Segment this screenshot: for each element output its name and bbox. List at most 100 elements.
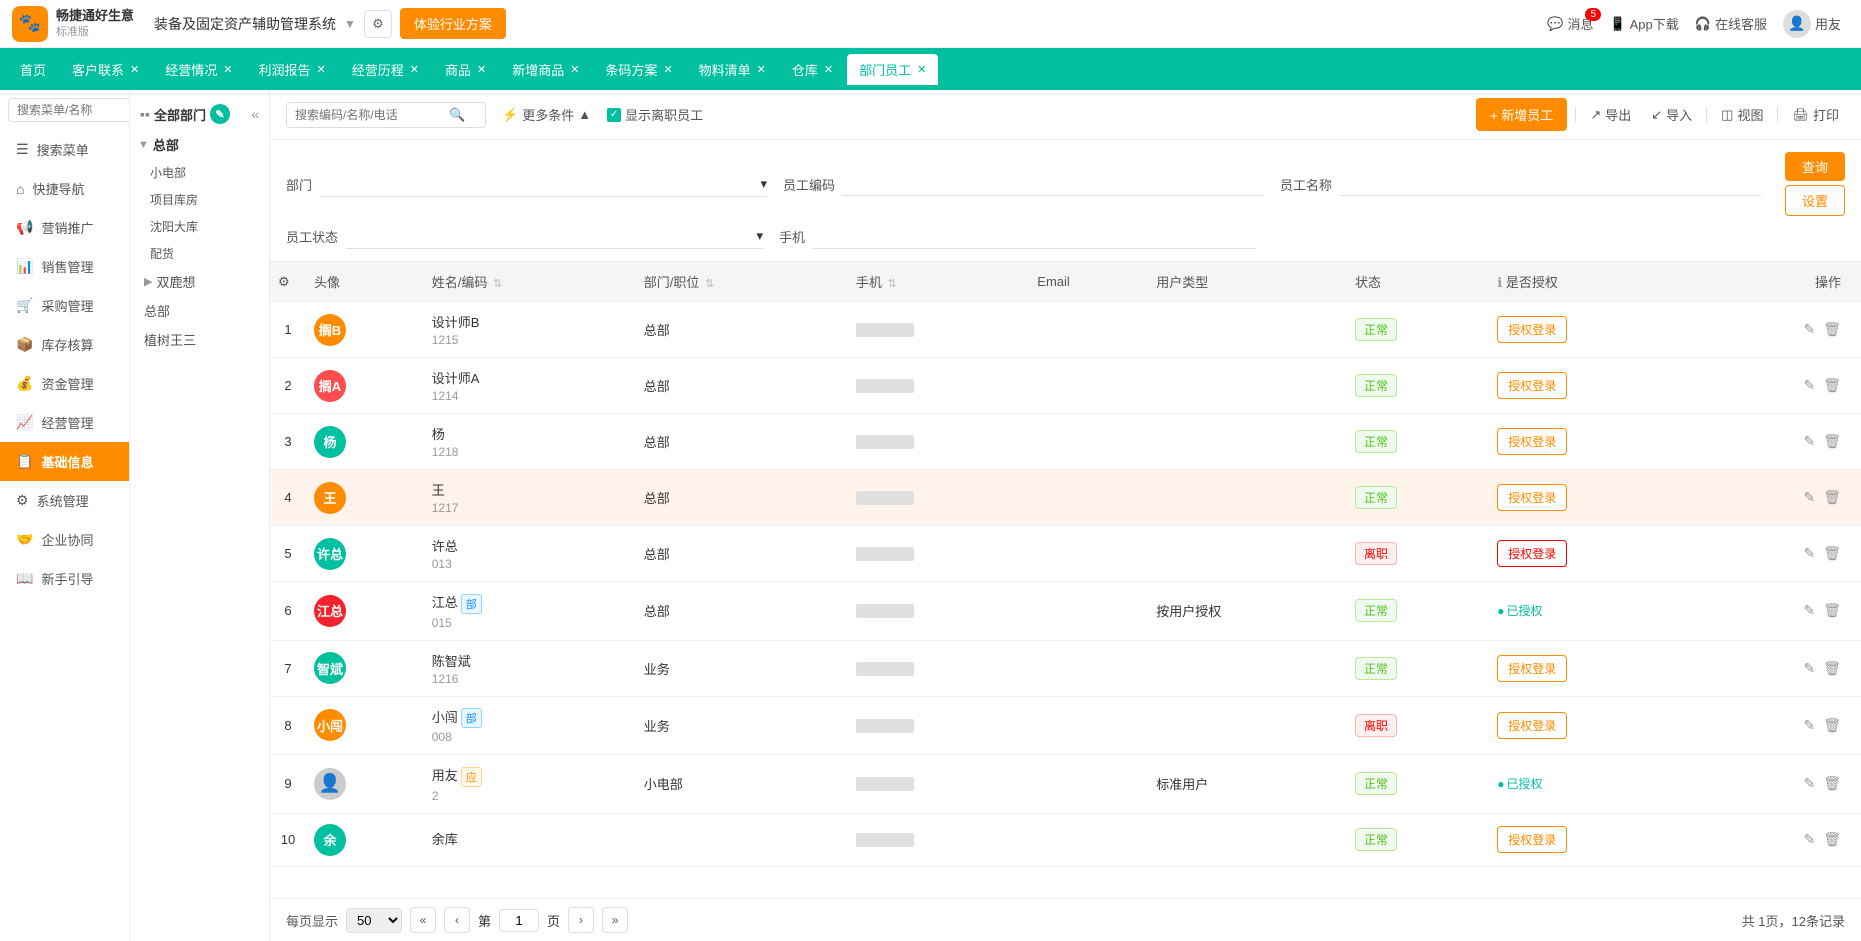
delete-icon[interactable]: 🗑: [1823, 717, 1841, 734]
dept-sub-project[interactable]: 项目库房: [130, 186, 269, 213]
employee-code-input[interactable]: [843, 172, 1264, 196]
nav-item-add-goods[interactable]: 新增商品 ✕: [500, 54, 591, 85]
delete-icon[interactable]: 🗑: [1823, 377, 1841, 394]
search-input[interactable]: [295, 108, 445, 122]
edit-icon[interactable]: ✎: [1803, 545, 1815, 562]
query-button[interactable]: 查询: [1785, 152, 1845, 181]
nav-item-goods[interactable]: 商品 ✕: [433, 54, 498, 85]
dept-collapse-button[interactable]: «: [251, 106, 259, 122]
nav-item-home[interactable]: 首页: [8, 54, 58, 85]
sort-dept-icon[interactable]: ⇅: [705, 278, 714, 290]
edit-icon[interactable]: ✎: [1803, 717, 1815, 734]
nav-item-operation[interactable]: 经营情况 ✕: [153, 54, 244, 85]
sort-phone-icon[interactable]: ⇅: [887, 278, 896, 290]
delete-icon[interactable]: 🗑: [1823, 489, 1841, 506]
auth-login-button[interactable]: 授权登录: [1497, 316, 1567, 343]
nav-item-barcode[interactable]: 条码方案 ✕: [593, 54, 684, 85]
delete-icon[interactable]: 🗑: [1823, 321, 1841, 338]
nav-close-operation[interactable]: ✕: [223, 63, 232, 76]
nav-close-customer[interactable]: ✕: [130, 63, 139, 76]
nav-close-goods[interactable]: ✕: [477, 63, 486, 76]
edit-icon[interactable]: ✎: [1803, 433, 1815, 450]
sidebar-item-quicknav[interactable]: ⌂快捷导航: [0, 169, 129, 208]
show-resigned-checkbox[interactable]: ✓ 显示离职员工: [607, 105, 703, 124]
auth-login-button[interactable]: 授权登录: [1497, 428, 1567, 455]
sidebar-search-input[interactable]: [8, 98, 130, 122]
col-dept[interactable]: 部门/职位 ⇅: [636, 262, 848, 302]
sidebar-item-purchase[interactable]: 🛒采购管理: [0, 286, 129, 325]
first-page-button[interactable]: «: [410, 907, 436, 933]
title-dropdown-icon[interactable]: ▼: [344, 17, 356, 31]
next-page-button[interactable]: ›: [568, 907, 594, 933]
nav-close-barcode[interactable]: ✕: [663, 63, 672, 76]
status-filter-select[interactable]: ▾: [346, 224, 763, 249]
import-button[interactable]: ↙ 导入: [1645, 101, 1698, 128]
dept-filter-select[interactable]: ▾: [320, 172, 767, 197]
sort-name-icon[interactable]: ⇅: [493, 278, 502, 290]
sidebar-item-management[interactable]: 📈经营管理: [0, 403, 129, 442]
print-button[interactable]: 🖨 打印: [1786, 101, 1845, 128]
dept-item-zhishu[interactable]: 植树王三: [130, 325, 269, 354]
export-button[interactable]: ↗ 导出: [1584, 101, 1637, 128]
dept-item-zongbu2[interactable]: 总部: [130, 296, 269, 325]
dept-item-shuanglu[interactable]: ▶ 双鹿想: [130, 267, 269, 296]
dept-sub-peihuo[interactable]: 配货: [130, 240, 269, 267]
edit-icon[interactable]: ✎: [1803, 775, 1815, 792]
app-download-button[interactable]: 📱 App下载: [1609, 14, 1678, 33]
auth-login-button[interactable]: 授权登录: [1497, 655, 1567, 682]
page-size-select[interactable]: 50 20 100: [346, 908, 402, 933]
page-number-input[interactable]: [499, 909, 539, 932]
add-employee-button[interactable]: + 新增员工: [1476, 98, 1567, 131]
delete-icon[interactable]: 🗑: [1823, 545, 1841, 562]
message-button[interactable]: 💬 消息 5: [1547, 14, 1593, 33]
nav-item-profit[interactable]: 利润报告 ✕: [246, 54, 337, 85]
nav-close-history[interactable]: ✕: [410, 63, 419, 76]
more-filter-button[interactable]: ⚡ 更多条件 ▲: [494, 101, 599, 128]
dept-edit-button[interactable]: ✎: [210, 104, 230, 124]
edit-icon[interactable]: ✎: [1803, 602, 1815, 619]
sidebar-item-collaboration[interactable]: 🤝企业协同: [0, 520, 129, 559]
sidebar-item-guide[interactable]: 📖新手引导: [0, 559, 129, 598]
dept-group-title-zongbu[interactable]: ▼ 总部: [130, 130, 269, 159]
delete-icon[interactable]: 🗑: [1823, 602, 1841, 619]
col-name[interactable]: 姓名/编码 ⇅: [424, 262, 636, 302]
view-button[interactable]: ◫ 视图: [1715, 101, 1769, 128]
edit-icon[interactable]: ✎: [1803, 489, 1815, 506]
auth-login-button[interactable]: 授权登录: [1497, 484, 1567, 511]
dept-sub-shenyang[interactable]: 沈阳大库: [130, 213, 269, 240]
auth-login-button[interactable]: 授权登录: [1497, 826, 1567, 853]
edit-icon[interactable]: ✎: [1803, 321, 1815, 338]
nav-item-bom[interactable]: 物料清单 ✕: [687, 54, 778, 85]
sidebar-item-finance[interactable]: 💰资金管理: [0, 364, 129, 403]
sidebar-item-basic-info[interactable]: 📋基础信息: [0, 442, 129, 481]
col-phone[interactable]: 手机 ⇅: [848, 262, 1029, 302]
settings-button[interactable]: ⚙: [364, 10, 392, 38]
delete-icon[interactable]: 🗑: [1823, 831, 1841, 848]
nav-close-add-goods[interactable]: ✕: [570, 63, 579, 76]
nav-close-warehouse[interactable]: ✕: [824, 63, 833, 76]
edit-icon[interactable]: ✎: [1803, 377, 1815, 394]
phone-filter-input[interactable]: [813, 225, 1256, 249]
last-page-button[interactable]: »: [602, 907, 628, 933]
prev-page-button[interactable]: ‹: [444, 907, 470, 933]
nav-item-history[interactable]: 经营历程 ✕: [340, 54, 431, 85]
edit-icon[interactable]: ✎: [1803, 831, 1815, 848]
sidebar-item-inventory[interactable]: 📦库存核算: [0, 325, 129, 364]
auth-login-button[interactable]: 授权登录: [1497, 372, 1567, 399]
edit-icon[interactable]: ✎: [1803, 660, 1815, 677]
sidebar-item-system[interactable]: ⚙系统管理: [0, 481, 129, 520]
employee-name-input[interactable]: [1340, 172, 1761, 196]
nav-close-employees[interactable]: ✕: [917, 63, 926, 76]
sidebar-item-sales[interactable]: 📊销售管理: [0, 247, 129, 286]
sidebar-item-marketing[interactable]: 📢营销推广: [0, 208, 129, 247]
nav-item-employees[interactable]: 部门员工 ✕: [847, 54, 938, 85]
nav-close-bom[interactable]: ✕: [757, 63, 766, 76]
online-service-button[interactable]: 🎧 在线客服: [1695, 14, 1767, 33]
user-avatar[interactable]: 👤 用友: [1783, 10, 1841, 38]
nav-close-profit[interactable]: ✕: [317, 63, 326, 76]
auth-login-button[interactable]: 授权登录: [1497, 540, 1567, 567]
nav-item-customer[interactable]: 客户联系 ✕: [60, 54, 151, 85]
sidebar-item-search[interactable]: ☰搜索菜单: [0, 130, 129, 169]
trial-button[interactable]: 体验行业方案: [400, 8, 506, 39]
auth-login-button[interactable]: 授权登录: [1497, 712, 1567, 739]
